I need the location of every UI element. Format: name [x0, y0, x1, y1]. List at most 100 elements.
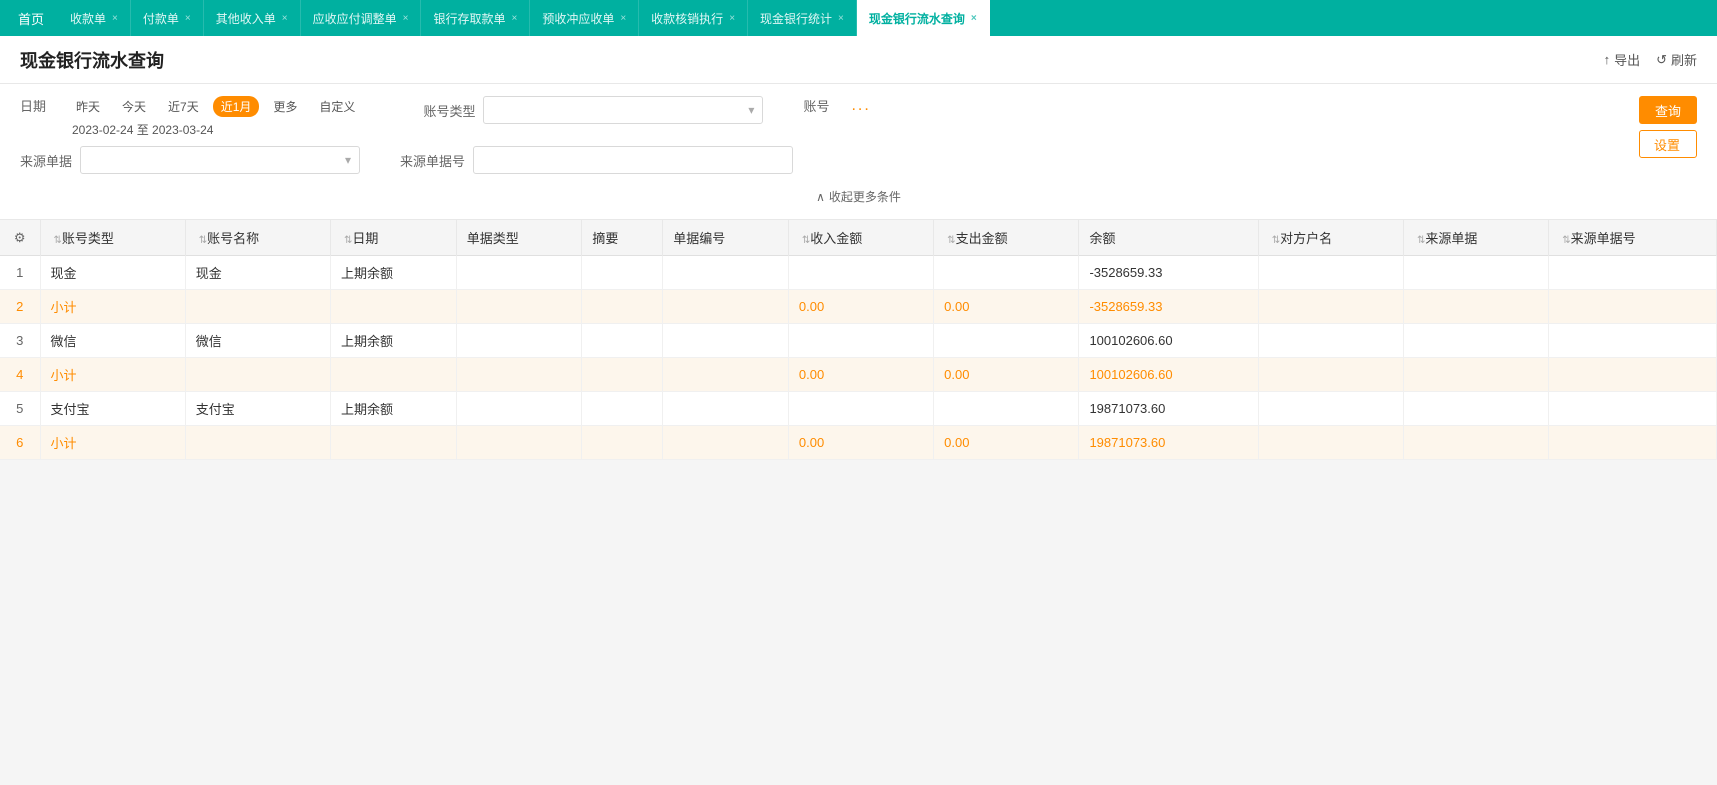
- row-date: [331, 358, 457, 392]
- table-body: 1现金现金上期余额-3528659.332小计0.000.00-3528659.…: [0, 256, 1717, 460]
- row-expense: 0.00: [934, 358, 1079, 392]
- close-tab-5-icon[interactable]: ×: [620, 13, 626, 24]
- row-date: 上期余额: [331, 324, 457, 358]
- table-row: 2小计0.000.00-3528659.33: [0, 290, 1717, 324]
- nav-tab-qitashouru[interactable]: 其他收入单 ×: [204, 0, 301, 36]
- column-settings-icon[interactable]: ⚙: [11, 229, 29, 247]
- col-gear[interactable]: ⚙: [0, 220, 40, 256]
- row-source-doc: [1403, 324, 1548, 358]
- row-doc-type: [456, 290, 582, 324]
- nav-tab-shoukuanhexiao[interactable]: 收款核销执行 ×: [639, 0, 748, 36]
- row-account-name: 微信: [185, 324, 330, 358]
- row-counterparty: [1258, 426, 1403, 460]
- nav-tab-liushui[interactable]: 现金银行流水查询 ×: [857, 0, 990, 36]
- nav-tab-fukuandan[interactable]: 付款单 ×: [131, 0, 204, 36]
- row-balance: -3528659.33: [1079, 256, 1258, 290]
- date-filter-label: 日期: [20, 96, 60, 115]
- row-counterparty: [1258, 256, 1403, 290]
- col-balance: 余额: [1079, 220, 1258, 256]
- row-doc-no: [663, 358, 789, 392]
- row-summary: [582, 290, 663, 324]
- account-no-label: 账号: [803, 96, 843, 115]
- date-options: 昨天 今天 近7天 近1月 更多 自定义: [68, 96, 363, 117]
- source-doc-no-input[interactable]: [473, 146, 793, 174]
- row-doc-type: [456, 392, 582, 426]
- row-summary: [582, 256, 663, 290]
- row-summary: [582, 358, 663, 392]
- row-income: [788, 392, 933, 426]
- row-counterparty: [1258, 358, 1403, 392]
- row-balance: 100102606.60: [1079, 324, 1258, 358]
- nav-tab-shoukuandan[interactable]: 收款单 ×: [58, 0, 131, 36]
- export-icon: ↑: [1604, 52, 1611, 67]
- close-tab-0-icon[interactable]: ×: [112, 13, 118, 24]
- row-balance: 19871073.60: [1079, 426, 1258, 460]
- account-type-chevron-icon: ▾: [748, 103, 754, 117]
- row-doc-type: [456, 324, 582, 358]
- col-income: ⇅收入金额: [788, 220, 933, 256]
- date-btn-1month[interactable]: 近1月: [213, 96, 260, 117]
- date-btn-yesterday[interactable]: 昨天: [68, 96, 108, 117]
- nav-tab-yingshouyingfu[interactable]: 应收应付调整单 ×: [301, 0, 422, 36]
- close-tab-2-icon[interactable]: ×: [282, 13, 288, 24]
- row-source-doc-no: [1549, 324, 1717, 358]
- nav-home[interactable]: 首页: [4, 0, 58, 36]
- nav-tab-xianjinyinhangtonji[interactable]: 现金银行统计 ×: [748, 0, 857, 36]
- row-source-doc-no: [1549, 256, 1717, 290]
- row-no: 6: [0, 426, 40, 460]
- row-doc-type: [456, 256, 582, 290]
- row-source-doc: [1403, 426, 1548, 460]
- row-no: 2: [0, 290, 40, 324]
- row-counterparty: [1258, 290, 1403, 324]
- source-doc-chevron-icon: ▾: [345, 153, 351, 167]
- row-summary: [582, 426, 663, 460]
- row-expense: 0.00: [934, 426, 1079, 460]
- setting-button[interactable]: 设置: [1639, 130, 1697, 158]
- row-balance: 100102606.60: [1079, 358, 1258, 392]
- close-tab-8-icon[interactable]: ×: [971, 13, 977, 24]
- col-summary: 摘要: [582, 220, 663, 256]
- close-tab-6-icon[interactable]: ×: [729, 13, 735, 24]
- row-account-name: [185, 358, 330, 392]
- row-account-name: 支付宝: [185, 392, 330, 426]
- collapse-filter-bar[interactable]: ∧ 收起更多条件: [20, 182, 1697, 207]
- row-date: [331, 426, 457, 460]
- col-counterparty: ⇅对方户名: [1258, 220, 1403, 256]
- close-tab-7-icon[interactable]: ×: [838, 13, 844, 24]
- row-no: 1: [0, 256, 40, 290]
- col-source-doc-no: ⇅来源单据号: [1549, 220, 1717, 256]
- row-account-type: 小计: [40, 426, 185, 460]
- row-no: 4: [0, 358, 40, 392]
- row-income: 0.00: [788, 290, 933, 324]
- date-btn-today[interactable]: 今天: [114, 96, 154, 117]
- row-account-type: 现金: [40, 256, 185, 290]
- page-title: 现金银行流水查询: [20, 47, 164, 73]
- table-row: 4小计0.000.00100102606.60: [0, 358, 1717, 392]
- row-account-type: 小计: [40, 358, 185, 392]
- refresh-icon: ↺: [1656, 52, 1667, 68]
- account-type-label: 账号类型: [423, 101, 475, 120]
- query-button[interactable]: 查询: [1639, 96, 1697, 124]
- date-btn-7days[interactable]: 近7天: [160, 96, 207, 117]
- row-source-doc-no: [1549, 290, 1717, 324]
- row-income: 0.00: [788, 358, 933, 392]
- account-type-select[interactable]: ▾: [483, 96, 763, 124]
- refresh-button[interactable]: ↺ 刷新: [1656, 50, 1697, 69]
- close-tab-3-icon[interactable]: ×: [403, 13, 409, 24]
- row-source-doc-no: [1549, 426, 1717, 460]
- date-btn-more[interactable]: 更多: [265, 96, 305, 117]
- row-source-doc: [1403, 256, 1548, 290]
- col-expense: ⇅支出金额: [934, 220, 1079, 256]
- account-no-dots-button[interactable]: ...: [851, 97, 870, 115]
- nav-tab-yinhang[interactable]: 银行存取款单 ×: [421, 0, 530, 36]
- row-date: 上期余额: [331, 392, 457, 426]
- row-expense: [934, 256, 1079, 290]
- close-tab-1-icon[interactable]: ×: [185, 13, 191, 24]
- source-doc-select[interactable]: ▾: [80, 146, 360, 174]
- date-btn-custom[interactable]: 自定义: [311, 96, 363, 117]
- export-button[interactable]: ↑ 导出: [1604, 50, 1641, 69]
- row-expense: [934, 324, 1079, 358]
- close-tab-4-icon[interactable]: ×: [511, 13, 517, 24]
- nav-tab-yushou[interactable]: 预收冲应收单 ×: [530, 0, 639, 36]
- row-balance: -3528659.33: [1079, 290, 1258, 324]
